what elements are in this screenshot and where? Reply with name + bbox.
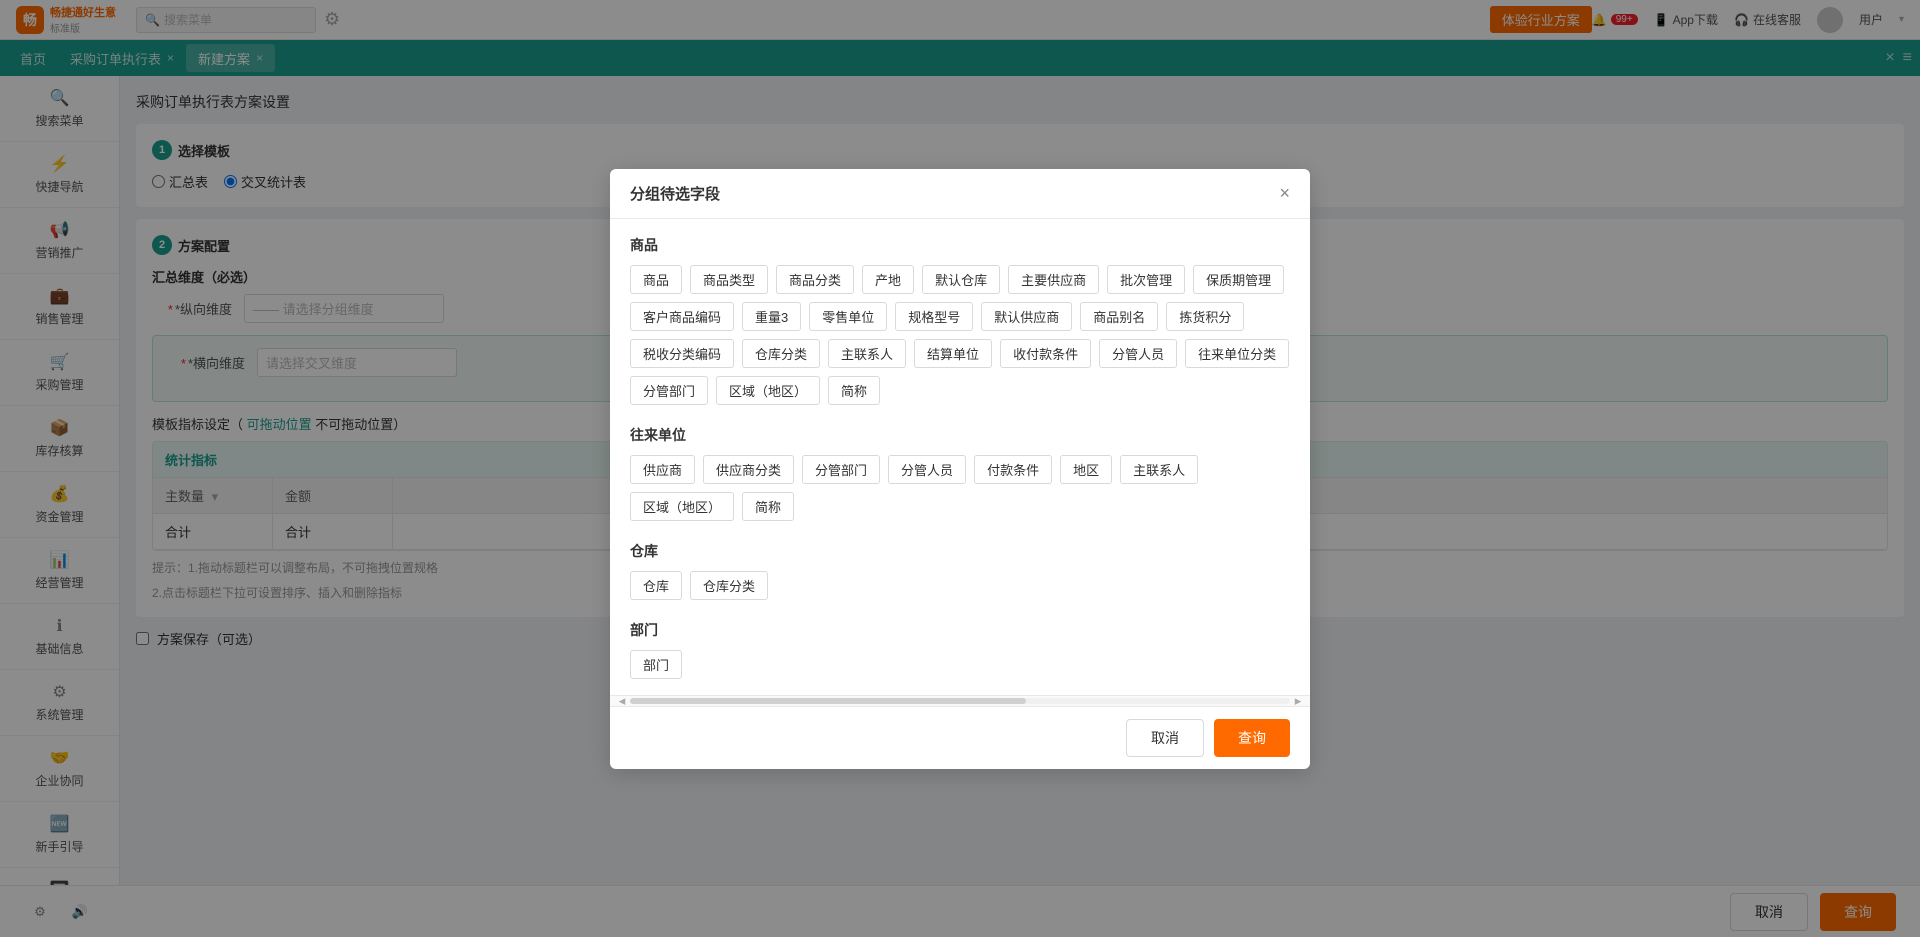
tag-goods-type[interactable]: 商品类型: [690, 265, 768, 294]
scrollbar-thumb[interactable]: [630, 698, 1026, 704]
tag-region[interactable]: 区域（地区）: [716, 376, 820, 405]
field-tags-warehouse: 仓库 仓库分类: [630, 571, 1290, 600]
scroll-right-icon[interactable]: ▸: [1290, 696, 1306, 706]
group-title-warehouse: 仓库: [630, 541, 1290, 561]
tag-weight[interactable]: 重量3: [742, 302, 801, 331]
field-tags-partner: 供应商 供应商分类 分管部门 分管人员 付款条件 地区 主联系人 区域（地区） …: [630, 455, 1290, 521]
field-selection-modal: 分组待选字段 × 商品 商品 商品类型 商品分类 产地 默认仓库 主要供应商 批…: [610, 169, 1310, 769]
group-title-goods: 商品: [630, 235, 1290, 255]
tag-supplier-category[interactable]: 供应商分类: [703, 455, 794, 484]
field-group-department: 部门 部门: [630, 620, 1290, 679]
tag-partner-dept[interactable]: 分管部门: [802, 455, 880, 484]
field-group-goods: 商品 商品 商品类型 商品分类 产地 默认仓库 主要供应商 批次管理 保质期管理…: [630, 235, 1290, 405]
tag-origin[interactable]: 产地: [862, 265, 914, 294]
tag-partner-short[interactable]: 简称: [742, 492, 794, 521]
tag-customer-code[interactable]: 客户商品编码: [630, 302, 734, 331]
tag-supervisor[interactable]: 分管人员: [1099, 339, 1177, 368]
group-title-partner: 往来单位: [630, 425, 1290, 445]
tag-dept[interactable]: 分管部门: [630, 376, 708, 405]
modal-confirm-btn[interactable]: 查询: [1214, 719, 1290, 757]
scroll-left-icon[interactable]: ◂: [614, 696, 630, 706]
tag-goods[interactable]: 商品: [630, 265, 682, 294]
field-tags-dept: 部门: [630, 650, 1290, 679]
tag-partner-contact[interactable]: 主联系人: [1120, 455, 1198, 484]
scrollbar-track: [630, 698, 1290, 704]
tag-warehouse[interactable]: 仓库: [630, 571, 682, 600]
tag-payment-cond[interactable]: 付款条件: [974, 455, 1052, 484]
tag-area[interactable]: 地区: [1060, 455, 1112, 484]
modal-header: 分组待选字段 ×: [610, 169, 1310, 219]
tag-department[interactable]: 部门: [630, 650, 682, 679]
tag-partner-category[interactable]: 往来单位分类: [1185, 339, 1289, 368]
modal-cancel-btn[interactable]: 取消: [1126, 719, 1204, 757]
tag-default-supplier[interactable]: 默认供应商: [981, 302, 1072, 331]
tag-main-supplier[interactable]: 主要供应商: [1008, 265, 1099, 294]
modal-overlay: 分组待选字段 × 商品 商品 商品类型 商品分类 产地 默认仓库 主要供应商 批…: [0, 0, 1920, 937]
tag-pick-points[interactable]: 拣货积分: [1166, 302, 1244, 331]
modal-title: 分组待选字段: [630, 183, 720, 204]
tag-tax-code[interactable]: 税收分类编码: [630, 339, 734, 368]
modal-close-btn[interactable]: ×: [1279, 183, 1290, 204]
tag-payment-terms[interactable]: 收付款条件: [1000, 339, 1091, 368]
tag-goods-alias[interactable]: 商品别名: [1080, 302, 1158, 331]
tag-warehouse-cat[interactable]: 仓库分类: [690, 571, 768, 600]
tag-retail-unit[interactable]: 零售单位: [809, 302, 887, 331]
modal-hscrollbar[interactable]: ◂ ▸: [610, 695, 1310, 706]
tag-main-contact[interactable]: 主联系人: [828, 339, 906, 368]
tag-settlement-unit[interactable]: 结算单位: [914, 339, 992, 368]
tag-short-name[interactable]: 简称: [828, 376, 880, 405]
tag-expiry[interactable]: 保质期管理: [1193, 265, 1284, 294]
field-tags-goods: 商品 商品类型 商品分类 产地 默认仓库 主要供应商 批次管理 保质期管理 客户…: [630, 265, 1290, 405]
modal-body: 商品 商品 商品类型 商品分类 产地 默认仓库 主要供应商 批次管理 保质期管理…: [610, 219, 1310, 695]
modal-footer: 取消 查询: [610, 706, 1310, 769]
tag-batch[interactable]: 批次管理: [1107, 265, 1185, 294]
tag-warehouse-category[interactable]: 仓库分类: [742, 339, 820, 368]
tag-supplier[interactable]: 供应商: [630, 455, 695, 484]
tag-partner-region[interactable]: 区域（地区）: [630, 492, 734, 521]
field-group-partner: 往来单位 供应商 供应商分类 分管部门 分管人员 付款条件 地区 主联系人 区域…: [630, 425, 1290, 521]
group-title-dept: 部门: [630, 620, 1290, 640]
tag-partner-supervisor[interactable]: 分管人员: [888, 455, 966, 484]
tag-default-warehouse[interactable]: 默认仓库: [922, 265, 1000, 294]
tag-goods-category[interactable]: 商品分类: [776, 265, 854, 294]
field-group-warehouse: 仓库 仓库 仓库分类: [630, 541, 1290, 600]
tag-spec[interactable]: 规格型号: [895, 302, 973, 331]
